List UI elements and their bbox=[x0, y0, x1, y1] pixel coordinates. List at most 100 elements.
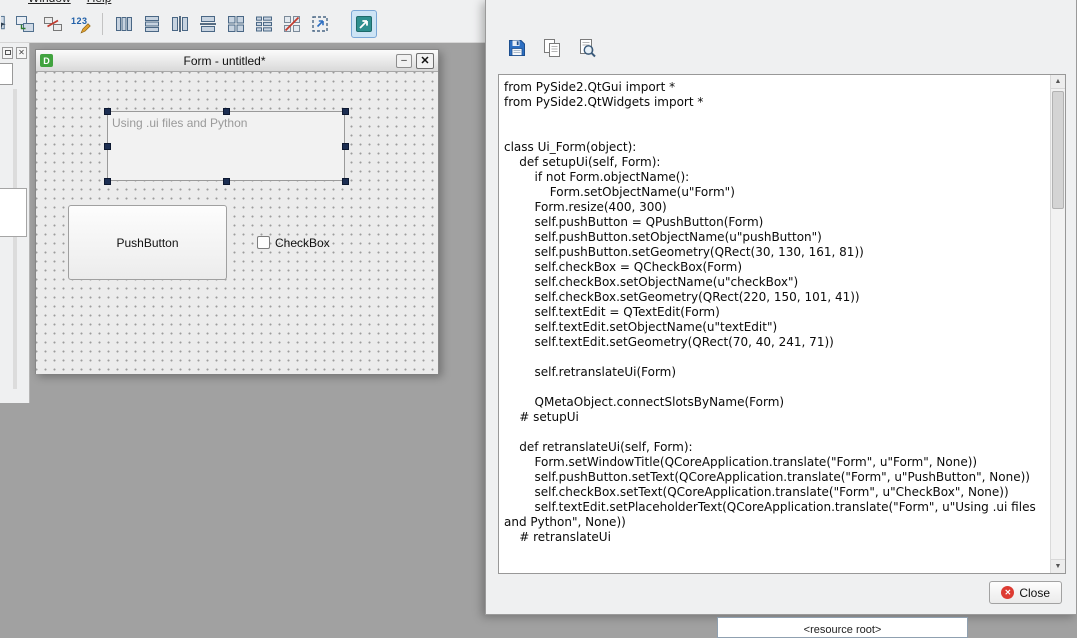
code-line: and Python", None)) bbox=[504, 515, 1050, 530]
code-line bbox=[504, 425, 1050, 440]
toolbar-button-lay-out-vertically[interactable] bbox=[139, 10, 165, 38]
code-line: self.checkBox.setObjectName(u"checkBox") bbox=[504, 275, 1050, 290]
toolbar-button-break-layout[interactable] bbox=[279, 10, 305, 38]
close-icon: ✕ bbox=[1001, 586, 1014, 599]
scroll-up-button[interactable]: ▲ bbox=[1051, 75, 1065, 89]
form-designer-window: D Form - untitled* – ✕ Using .ui files a… bbox=[35, 49, 439, 374]
minimize-button[interactable]: – bbox=[396, 54, 412, 68]
selection-handle-mid-right[interactable] bbox=[342, 143, 349, 150]
code-line: Form.resize(400, 300) bbox=[504, 200, 1050, 215]
dock-close-button[interactable]: ✕ bbox=[16, 47, 27, 59]
checkbox-widget[interactable]: CheckBox bbox=[257, 235, 330, 250]
qt-designer-screen: Window Help 123 bbox=[0, 0, 1077, 638]
selection-handle-top-left[interactable] bbox=[104, 108, 111, 115]
vertical-scrollbar[interactable]: ▲ ▼ bbox=[1050, 75, 1065, 573]
toolbar-button-edit-buddies[interactable] bbox=[40, 10, 66, 38]
toolbar-button-edit-widgets-mode[interactable] bbox=[351, 10, 377, 38]
code-line: self.checkBox.setGeometry(QRect(220, 150… bbox=[504, 290, 1050, 305]
edit-widgets-icon bbox=[0, 14, 9, 34]
widget-box-dock: ✕ bbox=[0, 43, 30, 403]
code-line: self.pushButton = QPushButton(Form) bbox=[504, 215, 1050, 230]
pushbutton-widget[interactable]: PushButton bbox=[68, 205, 227, 280]
toolbar-button-lay-out-horizontally-in-splitter[interactable] bbox=[167, 10, 193, 38]
code-line: class Ui_Form(object): bbox=[504, 140, 1050, 155]
save-button[interactable] bbox=[504, 35, 530, 61]
scroll-down-button[interactable]: ▼ bbox=[1051, 559, 1065, 573]
code-line bbox=[504, 380, 1050, 395]
code-line: QMetaObject.connectSlotsByName(Form) bbox=[504, 395, 1050, 410]
selection-handle-bottom-right[interactable] bbox=[342, 178, 349, 185]
code-line bbox=[504, 125, 1050, 140]
lay-out-vertically-icon bbox=[142, 14, 162, 34]
code-line: # setupUi bbox=[504, 410, 1050, 425]
textedit-placeholder: Using .ui files and Python bbox=[112, 116, 247, 130]
code-line: from PySide2.QtGui import * bbox=[504, 80, 1050, 95]
close-button-label: Close bbox=[1019, 586, 1050, 600]
code-line: self.textEdit = QTextEdit(Form) bbox=[504, 305, 1050, 320]
toolbar-button-edit-signals-slots[interactable] bbox=[12, 10, 38, 38]
code-line: def setupUi(self, Form): bbox=[504, 155, 1050, 170]
selection-handle-bottom-left[interactable] bbox=[104, 178, 111, 185]
widget-filter-fragment[interactable] bbox=[0, 63, 13, 85]
code-line bbox=[504, 350, 1050, 365]
code-line: self.pushButton.setText(QCoreApplication… bbox=[504, 470, 1050, 485]
float-icon bbox=[5, 50, 11, 55]
resource-root-item[interactable]: <resource root> bbox=[717, 617, 968, 638]
lay-out-horizontally-in-splitter-icon bbox=[170, 14, 190, 34]
window-close-button[interactable]: ✕ bbox=[416, 53, 434, 69]
code-content[interactable]: from PySide2.QtGui import *from PySide2.… bbox=[499, 75, 1050, 573]
selection-handle-mid-left[interactable] bbox=[104, 143, 111, 150]
toolbar-button-lay-out-in-grid[interactable] bbox=[223, 10, 249, 38]
code-line: self.textEdit.setPlaceholderText(QCoreAp… bbox=[504, 500, 1050, 515]
code-preview-dialog: from PySide2.QtGui import *from PySide2.… bbox=[485, 0, 1077, 615]
selection-handle-top-mid[interactable] bbox=[223, 108, 230, 115]
code-view: from PySide2.QtGui import *from PySide2.… bbox=[498, 74, 1066, 574]
dialog-close-button[interactable]: ✕ Close bbox=[989, 581, 1062, 604]
scrollbar-thumb[interactable] bbox=[1052, 91, 1064, 209]
selection-handle-bottom-mid[interactable] bbox=[223, 178, 230, 185]
checkbox-indicator bbox=[257, 236, 270, 249]
lay-out-in-form-layout-icon bbox=[254, 14, 274, 34]
save-icon bbox=[506, 37, 528, 59]
toolbar-button-edit-widgets[interactable] bbox=[0, 10, 10, 38]
form-canvas[interactable]: Using .ui files and Python PushButton Ch… bbox=[36, 72, 438, 374]
form-window-titlebar[interactable]: D Form - untitled* – ✕ bbox=[36, 50, 438, 72]
code-line bbox=[504, 110, 1050, 125]
code-line: def retranslateUi(self, Form): bbox=[504, 440, 1050, 455]
toolbar-button-lay-out-horizontally[interactable] bbox=[111, 10, 137, 38]
dock-float-button[interactable] bbox=[2, 47, 13, 59]
edit-tab-order-icon: 123 bbox=[71, 14, 91, 34]
toolbar-button-edit-tab-order[interactable]: 123 bbox=[68, 10, 94, 38]
edit-signals-slots-icon bbox=[15, 14, 35, 34]
code-line: if not Form.objectName(): bbox=[504, 170, 1050, 185]
copy-button[interactable] bbox=[539, 35, 565, 61]
pencil-icon bbox=[80, 23, 91, 34]
dock-scrollbar-fragment[interactable] bbox=[13, 89, 17, 389]
code-line: self.checkBox = QCheckBox(Form) bbox=[504, 260, 1050, 275]
widget-list-fragment[interactable] bbox=[0, 188, 27, 237]
toolbar-button-lay-out-in-form-layout[interactable] bbox=[251, 10, 277, 38]
find-button[interactable] bbox=[574, 35, 600, 61]
edit-buddies-icon bbox=[43, 14, 63, 34]
toolbar-button-adjust-size[interactable] bbox=[307, 10, 333, 38]
find-icon bbox=[576, 37, 598, 59]
textedit-widget[interactable]: Using .ui files and Python bbox=[107, 111, 345, 181]
toolbar-separator bbox=[102, 13, 103, 35]
code-line: self.checkBox.setText(QCoreApplication.t… bbox=[504, 485, 1050, 500]
toolbar-button-lay-out-vertically-in-splitter[interactable] bbox=[195, 10, 221, 38]
menu-help[interactable]: Help bbox=[87, 0, 112, 5]
code-line: self.retranslateUi(Form) bbox=[504, 365, 1050, 380]
code-line: from PySide2.QtWidgets import * bbox=[504, 95, 1050, 110]
code-line: self.textEdit.setObjectName(u"textEdit") bbox=[504, 320, 1050, 335]
code-line: self.pushButton.setObjectName(u"pushButt… bbox=[504, 230, 1050, 245]
code-line: self.pushButton.setGeometry(QRect(30, 13… bbox=[504, 245, 1050, 260]
checkbox-label: CheckBox bbox=[275, 236, 330, 250]
edit-widgets-mode-icon bbox=[354, 14, 374, 34]
code-line: self.textEdit.setGeometry(QRect(70, 40, … bbox=[504, 335, 1050, 350]
selection-handle-top-right[interactable] bbox=[342, 108, 349, 115]
close-icon: ✕ bbox=[18, 48, 25, 57]
break-layout-icon bbox=[282, 14, 302, 34]
lay-out-horizontally-icon bbox=[114, 14, 134, 34]
code-line: Form.setObjectName(u"Form") bbox=[504, 185, 1050, 200]
menu-window[interactable]: Window bbox=[28, 0, 71, 5]
